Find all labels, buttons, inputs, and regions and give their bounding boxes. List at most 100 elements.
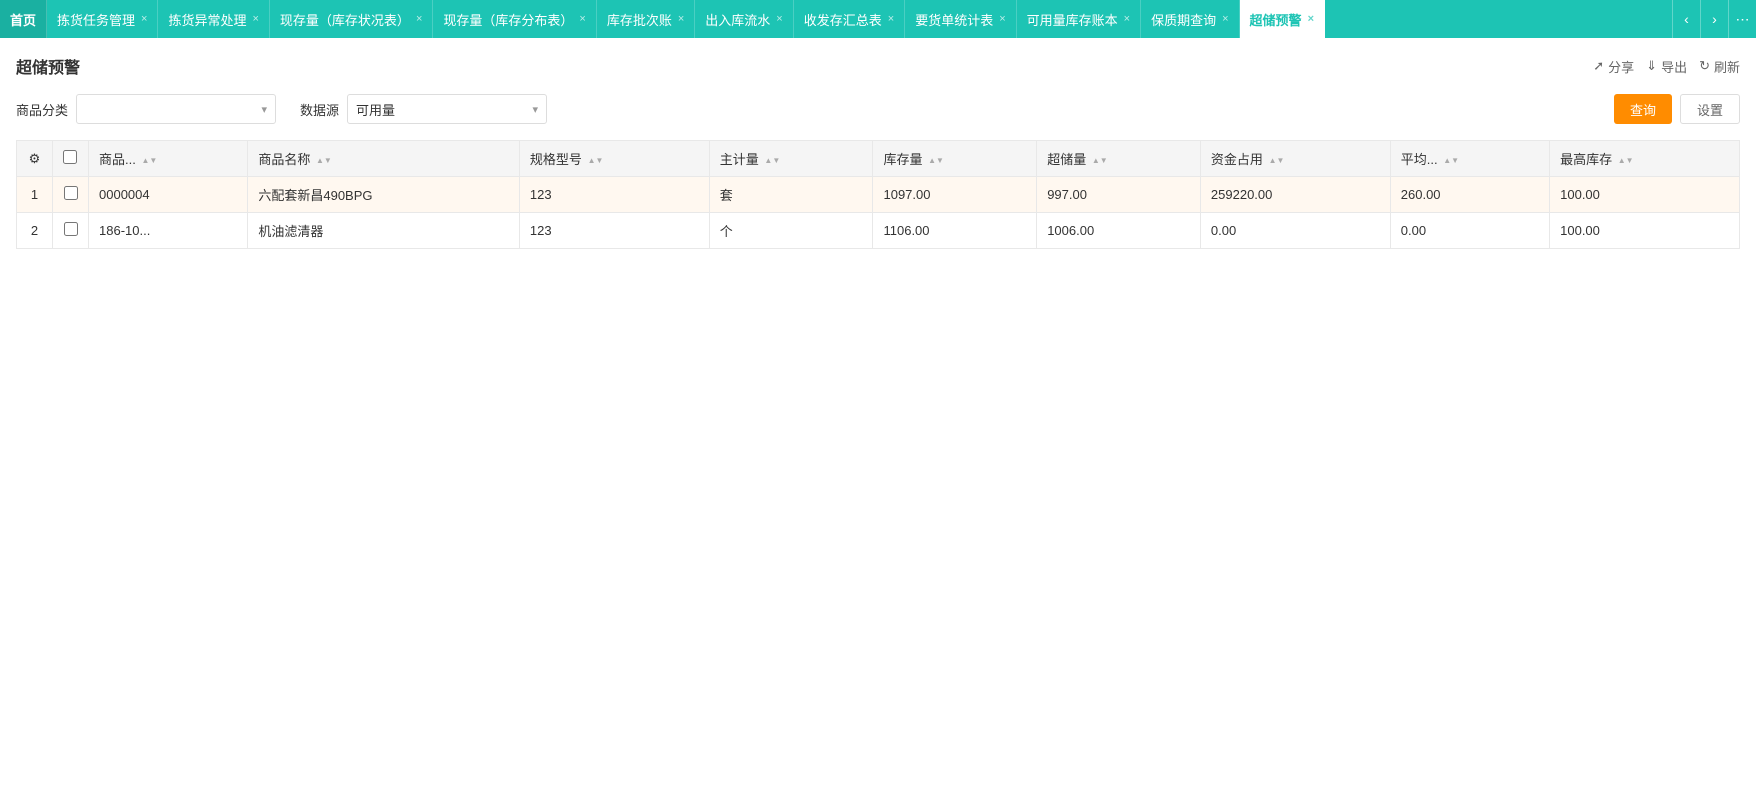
th-product-name[interactable]: 商品名称 ▲▼ (248, 141, 520, 177)
sort-overstock-icon: ▲▼ (1092, 157, 1108, 165)
nav-close-overstock-warning[interactable]: × (1308, 13, 1314, 25)
filter-buttons: 查询 设置 (1614, 94, 1740, 124)
nav-available-stock-label: 可用量库存账本 (1027, 10, 1118, 29)
nav-close-inout-flow[interactable]: × (776, 13, 782, 25)
nav-item-batch-account[interactable]: 库存批次账 × (597, 0, 695, 38)
stock-cell: 1106.00 (873, 213, 1037, 249)
nav-shelf-life-label: 保质期查询 (1151, 10, 1216, 29)
nav-item-picking-exception[interactable]: 拣货异常处理 × (158, 0, 269, 38)
th-product-code[interactable]: 商品... ▲▼ (89, 141, 248, 177)
th-stock[interactable]: 库存量 ▲▼ (873, 141, 1037, 177)
nav-item-shelf-life[interactable]: 保质期查询 × (1141, 0, 1239, 38)
max-stock-cell: 100.00 (1550, 177, 1740, 213)
nav-close-picking-exception[interactable]: × (252, 13, 258, 25)
share-icon: ➚ (1593, 58, 1604, 74)
row-select-cell[interactable] (53, 177, 89, 213)
table-row: 2186-10...机油滤清器123个1106.001006.000.000.0… (17, 213, 1740, 249)
row-select-cell[interactable] (53, 213, 89, 249)
th-avg[interactable]: 平均... ▲▼ (1390, 141, 1549, 177)
nav-close-shelf-life[interactable]: × (1222, 13, 1228, 25)
nav-recv-summary-label: 收发存汇总表 (804, 10, 882, 29)
page-header: 超储预警 ➚ 分享 ⇓ 导出 ↻ 刷新 (16, 54, 1740, 78)
th-select-all[interactable] (53, 141, 89, 177)
datasource-select-value: 可用量 (356, 100, 395, 119)
select-all-checkbox[interactable] (63, 150, 77, 164)
table-row: 10000004六配套新昌490BPG123套1097.00997.002592… (17, 177, 1740, 213)
unit-cell: 个 (709, 213, 873, 249)
nav-overstock-warning-label: 超储预警 (1250, 10, 1302, 29)
nav-picking-task-label: 拣货任务管理 (57, 10, 135, 29)
sort-spec-icon: ▲▼ (588, 157, 604, 165)
sort-max-stock-icon: ▲▼ (1618, 157, 1634, 165)
top-nav: 首页 拣货任务管理 × 拣货异常处理 × 现存量（库存状况表） × 现存量（库存… (0, 0, 1756, 38)
filter-category: 商品分类 ▾ (16, 94, 276, 124)
row-checkbox[interactable] (64, 222, 78, 236)
chevron-down-icon: ▾ (261, 103, 267, 116)
nav-close-order-stats[interactable]: × (999, 13, 1005, 25)
nav-item-inout-flow[interactable]: 出入库流水 × (695, 0, 793, 38)
nav-item-stock-status[interactable]: 现存量（库存状况表） × (270, 0, 433, 38)
row-number: 2 (17, 213, 53, 249)
filter-datasource: 数据源 可用量 ▾ (300, 94, 547, 124)
nav-stock-status-label: 现存量（库存状况表） (280, 10, 410, 29)
spec-cell: 123 (519, 213, 709, 249)
share-label: 分享 (1608, 57, 1634, 76)
product-code-cell: 0000004 (89, 177, 248, 213)
nav-close-picking-task[interactable]: × (141, 13, 147, 25)
sort-stock-icon: ▲▼ (928, 157, 944, 165)
gear-icon: ⚙ (29, 151, 41, 167)
export-icon: ⇓ (1646, 58, 1657, 74)
page-title: 超储预警 (16, 54, 80, 78)
nav-item-stock-dist[interactable]: 现存量（库存分布表） × (433, 0, 596, 38)
datasource-chevron-icon: ▾ (533, 103, 539, 116)
nav-picking-exception-label: 拣货异常处理 (168, 10, 246, 29)
data-table: ⚙ 商品... ▲▼ 商品名称 ▲▼ 规格型号 ▲▼ (16, 140, 1740, 249)
th-max-stock[interactable]: 最高库存 ▲▼ (1550, 141, 1740, 177)
nav-close-recv-summary[interactable]: × (888, 13, 894, 25)
sort-unit-icon: ▲▼ (764, 157, 780, 165)
share-button[interactable]: ➚ 分享 (1593, 57, 1634, 76)
nav-batch-account-label: 库存批次账 (607, 10, 672, 29)
row-checkbox[interactable] (64, 186, 78, 200)
th-gear[interactable]: ⚙ (17, 141, 53, 177)
refresh-icon: ↻ (1699, 58, 1710, 74)
sort-product-name-icon: ▲▼ (316, 157, 332, 165)
max-stock-cell: 100.00 (1550, 213, 1740, 249)
nav-close-batch-account[interactable]: × (678, 13, 684, 25)
category-select[interactable]: ▾ (76, 94, 276, 124)
th-unit[interactable]: 主计量 ▲▼ (709, 141, 873, 177)
nav-order-stats-label: 要货单统计表 (915, 10, 993, 29)
header-actions: ➚ 分享 ⇓ 导出 ↻ 刷新 (1593, 57, 1740, 76)
row-number: 1 (17, 177, 53, 213)
nav-close-available-stock[interactable]: × (1124, 13, 1130, 25)
nav-item-overstock-warning[interactable]: 超储预警 × (1240, 0, 1325, 38)
overstock-cell: 1006.00 (1037, 213, 1201, 249)
nav-item-home[interactable]: 首页 (0, 0, 47, 38)
nav-item-available-stock[interactable]: 可用量库存账本 × (1017, 0, 1141, 38)
setting-button[interactable]: 设置 (1680, 94, 1740, 124)
query-button[interactable]: 查询 (1614, 94, 1672, 124)
product-code-cell: 186-10... (89, 213, 248, 249)
nav-arrow-left-button[interactable]: ‹ (1672, 0, 1700, 38)
main-content: 超储预警 ➚ 分享 ⇓ 导出 ↻ 刷新 商品分类 ▾ 数据源 (0, 38, 1756, 800)
refresh-button[interactable]: ↻ 刷新 (1699, 57, 1740, 76)
sort-capital-icon: ▲▼ (1269, 157, 1285, 165)
nav-close-stock-dist[interactable]: × (579, 13, 585, 25)
capital-cell: 0.00 (1200, 213, 1390, 249)
nav-arrow-more-button[interactable]: ⋯ (1728, 0, 1756, 38)
nav-item-recv-summary[interactable]: 收发存汇总表 × (794, 0, 905, 38)
table-header-row: ⚙ 商品... ▲▼ 商品名称 ▲▼ 规格型号 ▲▼ (17, 141, 1740, 177)
filter-datasource-label: 数据源 (300, 100, 339, 119)
nav-arrow-right-button[interactable]: › (1700, 0, 1728, 38)
nav-close-stock-status[interactable]: × (416, 13, 422, 25)
th-capital[interactable]: 资金占用 ▲▼ (1200, 141, 1390, 177)
th-overstock[interactable]: 超储量 ▲▼ (1037, 141, 1201, 177)
th-spec[interactable]: 规格型号 ▲▼ (519, 141, 709, 177)
product-name-cell: 机油滤清器 (248, 213, 520, 249)
nav-item-picking-task[interactable]: 拣货任务管理 × (47, 0, 158, 38)
overstock-cell: 997.00 (1037, 177, 1201, 213)
export-button[interactable]: ⇓ 导出 (1646, 57, 1687, 76)
datasource-select[interactable]: 可用量 ▾ (347, 94, 547, 124)
nav-item-order-stats[interactable]: 要货单统计表 × (905, 0, 1016, 38)
nav-arrows: ‹ › ⋯ (1672, 0, 1756, 38)
